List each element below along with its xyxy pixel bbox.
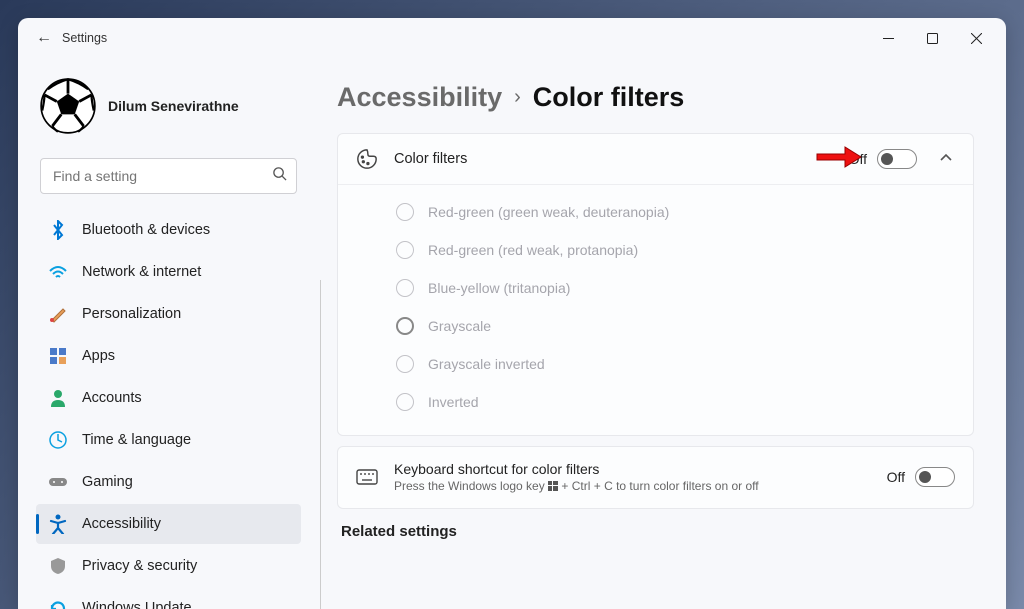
panel-title: Color filters	[394, 151, 833, 167]
option-label: Red-green (red weak, protanopia)	[428, 242, 638, 258]
option-label: Grayscale	[428, 318, 491, 334]
shortcut-title: Keyboard shortcut for color filters	[394, 461, 871, 477]
option-grayscale-inverted[interactable]: Grayscale inverted	[396, 345, 955, 383]
breadcrumb-parent[interactable]: Accessibility	[337, 82, 502, 113]
option-label: Grayscale inverted	[428, 356, 545, 372]
related-settings-heading: Related settings	[337, 523, 974, 540]
breadcrumb: Accessibility › Color filters	[337, 82, 974, 113]
nav-label: Bluetooth & devices	[82, 222, 210, 238]
update-icon	[48, 598, 68, 609]
maximize-button[interactable]	[910, 20, 954, 56]
sidebar-item-accounts[interactable]: Accounts	[36, 378, 301, 418]
sidebar-item-bluetooth[interactable]: Bluetooth & devices	[36, 210, 301, 250]
shortcut-header: Keyboard shortcut for color filters Pres…	[338, 447, 973, 508]
nav-label: Privacy & security	[82, 558, 197, 574]
color-filters-panel: Color filters Off Red-green (green weak,…	[337, 133, 974, 436]
chevron-up-icon[interactable]	[939, 150, 955, 168]
person-icon	[48, 388, 68, 408]
sidebar-item-gaming[interactable]: Gaming	[36, 462, 301, 502]
shortcut-toggle[interactable]	[915, 467, 955, 487]
breadcrumb-current: Color filters	[533, 82, 685, 113]
option-deuteranopia[interactable]: Red-green (green weak, deuteranopia)	[396, 193, 955, 231]
sidebar-item-time[interactable]: Time & language	[36, 420, 301, 460]
nav-label: Accessibility	[82, 516, 161, 532]
close-button[interactable]	[954, 20, 998, 56]
option-label: Red-green (green weak, deuteranopia)	[428, 204, 669, 220]
nav-label: Time & language	[82, 432, 191, 448]
minimize-button[interactable]	[866, 20, 910, 56]
gamepad-icon	[48, 472, 68, 492]
nav-list: Bluetooth & devices Network & internet P…	[36, 208, 301, 609]
windows-key-icon	[548, 480, 558, 494]
option-label: Inverted	[428, 394, 479, 410]
nav-label: Network & internet	[82, 264, 201, 280]
keyboard-shortcut-panel: Keyboard shortcut for color filters Pres…	[337, 446, 974, 509]
option-label: Blue-yellow (tritanopia)	[428, 280, 570, 296]
arrow-annotation-icon	[815, 145, 861, 174]
search-box	[40, 158, 297, 194]
accessibility-icon	[48, 514, 68, 534]
palette-icon	[356, 148, 378, 170]
option-grayscale[interactable]: Grayscale	[396, 307, 955, 345]
avatar	[40, 78, 96, 134]
clock-globe-icon	[48, 430, 68, 450]
chevron-right-icon: ›	[514, 86, 521, 109]
sidebar-item-privacy[interactable]: Privacy & security	[36, 546, 301, 586]
option-protanopia[interactable]: Red-green (red weak, protanopia)	[396, 231, 955, 269]
nav-label: Windows Update	[82, 600, 192, 609]
main-content: Accessibility › Color filters Color filt…	[313, 58, 1006, 609]
network-icon	[48, 262, 68, 282]
sidebar-item-update[interactable]: Windows Update	[36, 588, 301, 609]
sidebar-item-personalization[interactable]: Personalization	[36, 294, 301, 334]
sidebar-item-accessibility[interactable]: Accessibility	[36, 504, 301, 544]
apps-icon	[48, 346, 68, 366]
titlebar: ← Settings	[18, 18, 1006, 58]
username: Dilum Senevirathne	[108, 98, 239, 114]
filter-options: Red-green (green weak, deuteranopia) Red…	[338, 185, 973, 435]
nav-label: Gaming	[82, 474, 133, 490]
keyboard-icon	[356, 466, 378, 488]
option-tritanopia[interactable]: Blue-yellow (tritanopia)	[396, 269, 955, 307]
sidebar: Dilum Senevirathne Bluetooth & devices N…	[18, 58, 313, 609]
nav-label: Apps	[82, 348, 115, 364]
nav-label: Accounts	[82, 390, 142, 406]
shortcut-subtitle: Press the Windows logo key + Ctrl + C to…	[394, 479, 871, 494]
shield-icon	[48, 556, 68, 576]
window-title: Settings	[62, 31, 107, 45]
search-input[interactable]	[40, 158, 297, 194]
toggle-state-label: Off	[887, 469, 905, 485]
user-profile[interactable]: Dilum Senevirathne	[36, 68, 301, 154]
option-inverted[interactable]: Inverted	[396, 383, 955, 421]
sidebar-item-network[interactable]: Network & internet	[36, 252, 301, 292]
back-button[interactable]: ←	[26, 29, 62, 47]
color-filters-header: Color filters Off	[338, 134, 973, 185]
settings-window: ← Settings Dilum Senevirathne	[18, 18, 1006, 609]
brush-icon	[48, 304, 68, 324]
bluetooth-icon	[48, 220, 68, 240]
search-icon	[272, 166, 287, 186]
nav-label: Personalization	[82, 306, 181, 322]
color-filters-toggle[interactable]	[877, 149, 917, 169]
sidebar-item-apps[interactable]: Apps	[36, 336, 301, 376]
